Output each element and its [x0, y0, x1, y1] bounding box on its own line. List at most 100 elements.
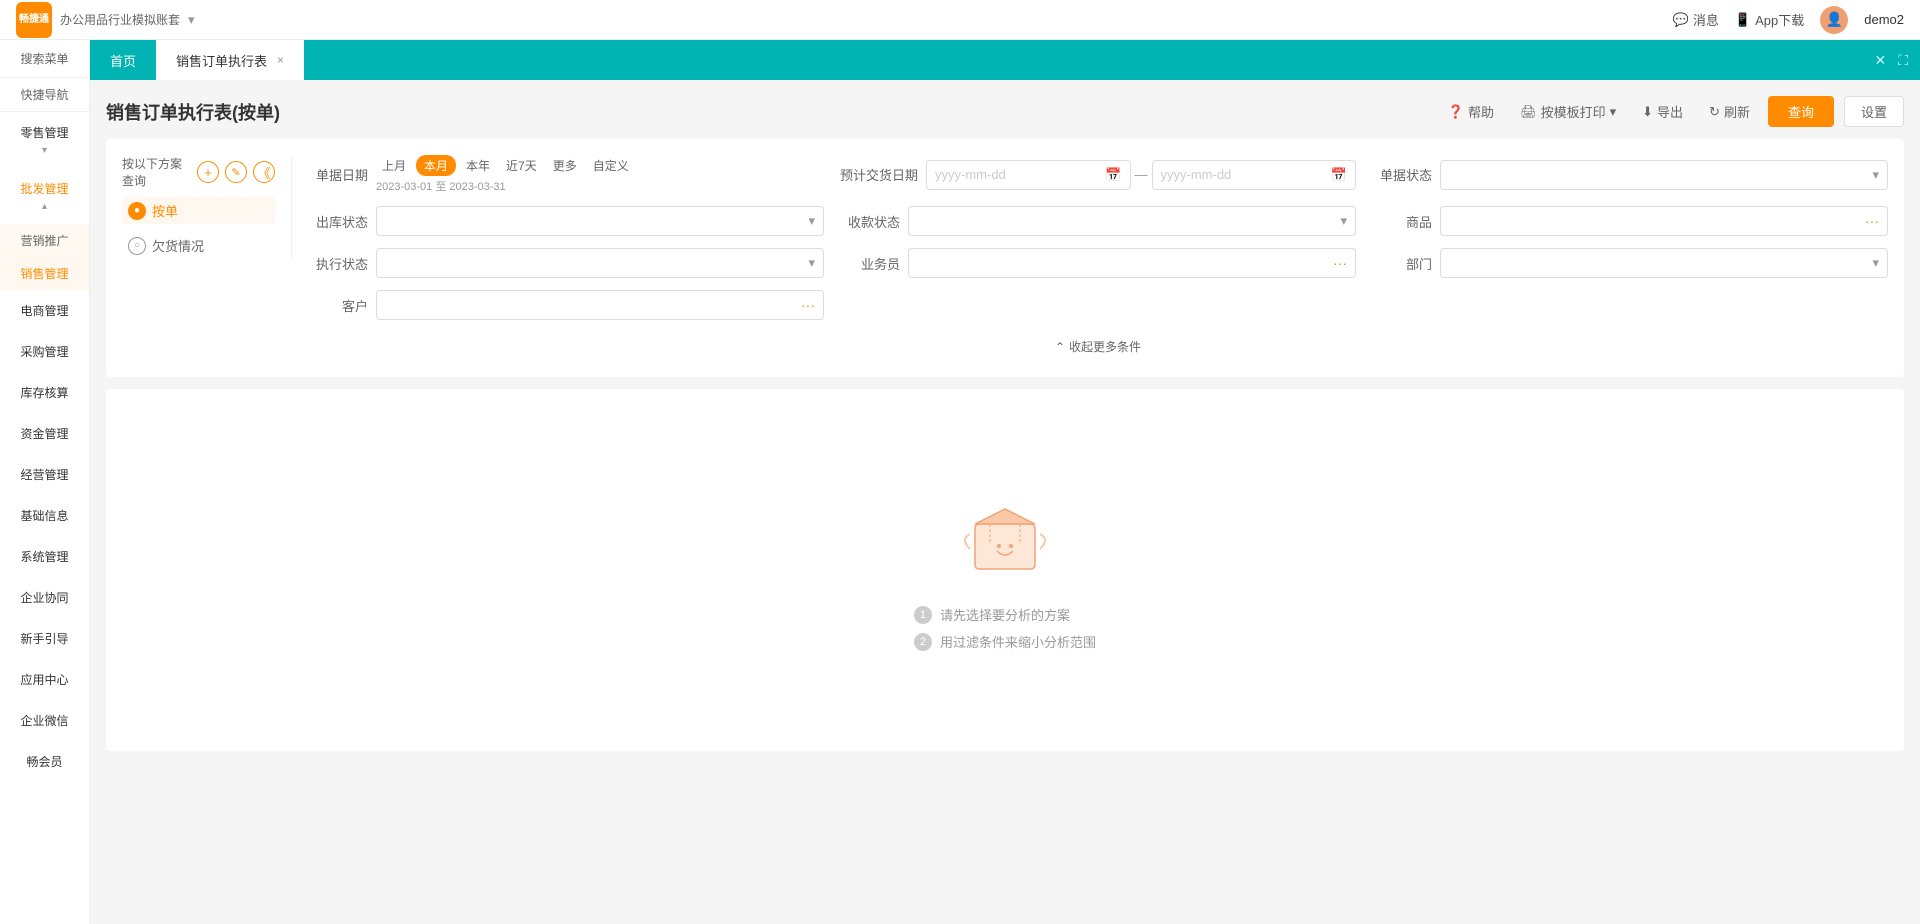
filter-row-4: 客户 ···	[308, 290, 1888, 320]
sidebar-item-basic-info[interactable]: 基础信息	[0, 495, 89, 536]
calendar-icon2: 📅	[1331, 167, 1347, 183]
date-more[interactable]: 更多	[547, 155, 583, 176]
page-title: 销售订单执行表(按单)	[106, 99, 280, 125]
date-this-month[interactable]: 本月	[416, 155, 456, 176]
filter-row-3: 执行状态 ▾ 业务员 ···	[308, 248, 1888, 278]
scheme-item-order[interactable]: ● 按单	[122, 197, 275, 224]
sidebar-item-marketing[interactable]: 营销推广	[0, 224, 89, 257]
message-button[interactable]: 💬 消息	[1673, 10, 1719, 29]
dept-select[interactable]: ▾	[1440, 248, 1888, 278]
sidebar-item-retail[interactable]: 零售管理 ▾	[0, 112, 89, 168]
collapse-button[interactable]: ⌃ 收起更多条件	[1049, 332, 1147, 361]
filter-exec-field: 执行状态 ▾	[308, 248, 824, 278]
window-close-icon[interactable]: ✕	[1874, 52, 1886, 69]
tab-sales-order-label: 销售订单执行表	[176, 51, 267, 70]
sidebar-shortcut[interactable]: 快捷导航	[0, 78, 89, 112]
window-expand-icon[interactable]: ⛶	[1898, 52, 1908, 69]
empty-state-panel: 1 请先选择要分析的方案 2 用过滤条件来缩小分析范围	[106, 389, 1904, 751]
filter-panel: 按以下方案查询 + ✎ 《 ● 按单 ○	[106, 139, 1904, 377]
sidebar-item-sales[interactable]: 销售管理	[0, 257, 89, 290]
sidebar-item-purchase[interactable]: 采购管理	[0, 331, 89, 372]
sidebar-item-enterprise[interactable]: 企业协同	[0, 577, 89, 618]
app-download-button[interactable]: 📱 App下载	[1735, 10, 1804, 29]
tab-close-button[interactable]: ×	[277, 53, 284, 67]
refresh-icon: ↻	[1709, 104, 1720, 120]
app-title-dropdown[interactable]: ▾	[188, 12, 195, 28]
date-prev-month[interactable]: 上月	[376, 155, 412, 176]
expected-date-end[interactable]: yyyy-mm-dd 📅	[1152, 160, 1357, 190]
sidebar-item-label: 批发管理	[20, 180, 68, 197]
export-icon: ⬇	[1642, 104, 1653, 120]
print-icon: 🖨	[1520, 104, 1537, 120]
avatar: 👤	[1820, 6, 1848, 34]
filter-customer-field: 客户 ···	[308, 290, 824, 320]
sidebar-item-operations[interactable]: 经营管理	[0, 454, 89, 495]
customer-label: 客户	[308, 296, 368, 315]
payment-select[interactable]: ▾	[908, 206, 1356, 236]
sidebar-item-inventory[interactable]: 库存核算	[0, 372, 89, 413]
sidebar-item-system[interactable]: 系统管理	[0, 536, 89, 577]
filter-payment-field: 收款状态 ▾	[840, 206, 1356, 236]
scheme-edit-icon[interactable]: ✎	[225, 161, 247, 183]
exec-label: 执行状态	[308, 254, 368, 273]
exec-select[interactable]: ▾	[376, 248, 824, 278]
sidebar-sub-wholesale: 营销推广 销售管理	[0, 224, 89, 290]
dept-label: 部门	[1372, 254, 1432, 273]
user-name[interactable]: demo2	[1864, 12, 1904, 27]
sidebar-item-ecommerce[interactable]: 电商管理	[0, 290, 89, 331]
help-button[interactable]: ❓ 帮助	[1440, 98, 1502, 125]
refresh-button[interactable]: ↻ 刷新	[1701, 98, 1758, 125]
date-quick-buttons: 上月 本月 本年 近7天 更多 自定义	[376, 155, 635, 176]
sidebar-item-label: 新手引导	[20, 630, 68, 647]
sidebar-item-label: 系统管理	[20, 548, 68, 565]
salesperson-label: 业务员	[840, 254, 900, 273]
sidebar-item-member[interactable]: 畅会员	[0, 741, 89, 782]
app-download-icon: 📱	[1735, 12, 1751, 28]
sidebar-item-weixin[interactable]: 企业微信	[0, 700, 89, 741]
empty-illustration	[955, 489, 1055, 589]
settings-button[interactable]: 设置	[1844, 96, 1904, 127]
sidebar-item-label: 零售管理	[20, 124, 68, 141]
payment-label: 收款状态	[840, 212, 900, 231]
sidebar-item-appcenter[interactable]: 应用中心	[0, 659, 89, 700]
filter-status-field: 单据状态 ▾	[1372, 160, 1888, 190]
shipping-select[interactable]: ▾	[376, 206, 824, 236]
filter-shipping-field: 出库状态 ▾	[308, 206, 824, 236]
sidebar-item-label: 资金管理	[20, 425, 68, 442]
query-button[interactable]: 查询	[1768, 96, 1834, 127]
sidebar-item-label: 基础信息	[20, 507, 68, 524]
date-last7[interactable]: 近7天	[500, 155, 543, 176]
date-custom[interactable]: 自定义	[587, 155, 635, 176]
product-select[interactable]: ···	[1440, 206, 1888, 236]
salesperson-select[interactable]: ···	[908, 248, 1356, 278]
sidebar-item-wholesale[interactable]: 批发管理 ▴	[0, 168, 89, 224]
export-button[interactable]: ⬇ 导出	[1634, 98, 1691, 125]
expected-date-label: 预计交货日期	[840, 165, 918, 184]
sidebar-item-finance[interactable]: 资金管理	[0, 413, 89, 454]
tab-window-controls: ✕ ⛶	[1874, 52, 1920, 69]
expected-date-start[interactable]: yyyy-mm-dd 📅	[926, 160, 1131, 190]
scheme-collapse-icon[interactable]: 《	[253, 161, 275, 183]
print-button[interactable]: 🖨 按模板打印 ▾	[1512, 98, 1624, 125]
tab-sales-order[interactable]: 销售订单执行表 ×	[156, 40, 304, 80]
tab-home[interactable]: 首页	[90, 40, 156, 80]
empty-hints: 1 请先选择要分析的方案 2 用过滤条件来缩小分析范围	[914, 605, 1096, 651]
scheme-add-icon[interactable]: +	[197, 161, 219, 183]
scheme-item-dot: ●	[128, 202, 146, 220]
help-icon: ❓	[1448, 104, 1464, 120]
filter-fields: 单据日期 上月 本月 本年 近7天 更多	[308, 155, 1888, 361]
tab-home-label: 首页	[110, 51, 136, 70]
date-this-year[interactable]: 本年	[460, 155, 496, 176]
sidebar-item-label: 畅会员	[26, 753, 62, 770]
page-content: 销售订单执行表(按单) ❓ 帮助 🖨 按模板打印 ▾ ⬇ 导出	[90, 80, 1920, 924]
sidebar-search[interactable]: 搜索菜单	[0, 40, 89, 78]
filter-header: 按以下方案查询 + ✎ 《 ● 按单 ○	[122, 155, 1888, 361]
sidebar-item-newuser[interactable]: 新手引导	[0, 618, 89, 659]
top-bar-left: 畅捷通 办公用品行业模拟账套 ▾	[16, 2, 195, 38]
shipping-label: 出库状态	[308, 212, 368, 231]
customer-select[interactable]: ···	[376, 290, 824, 320]
status-select[interactable]: ▾	[1440, 160, 1888, 190]
expected-date-range: yyyy-mm-dd 📅 — yyyy-mm-dd 📅	[926, 160, 1356, 190]
scheme-item-shortage[interactable]: ○ 欠货情况	[122, 232, 275, 259]
filter-scheme: 按以下方案查询 + ✎ 《 ● 按单 ○	[122, 155, 292, 259]
